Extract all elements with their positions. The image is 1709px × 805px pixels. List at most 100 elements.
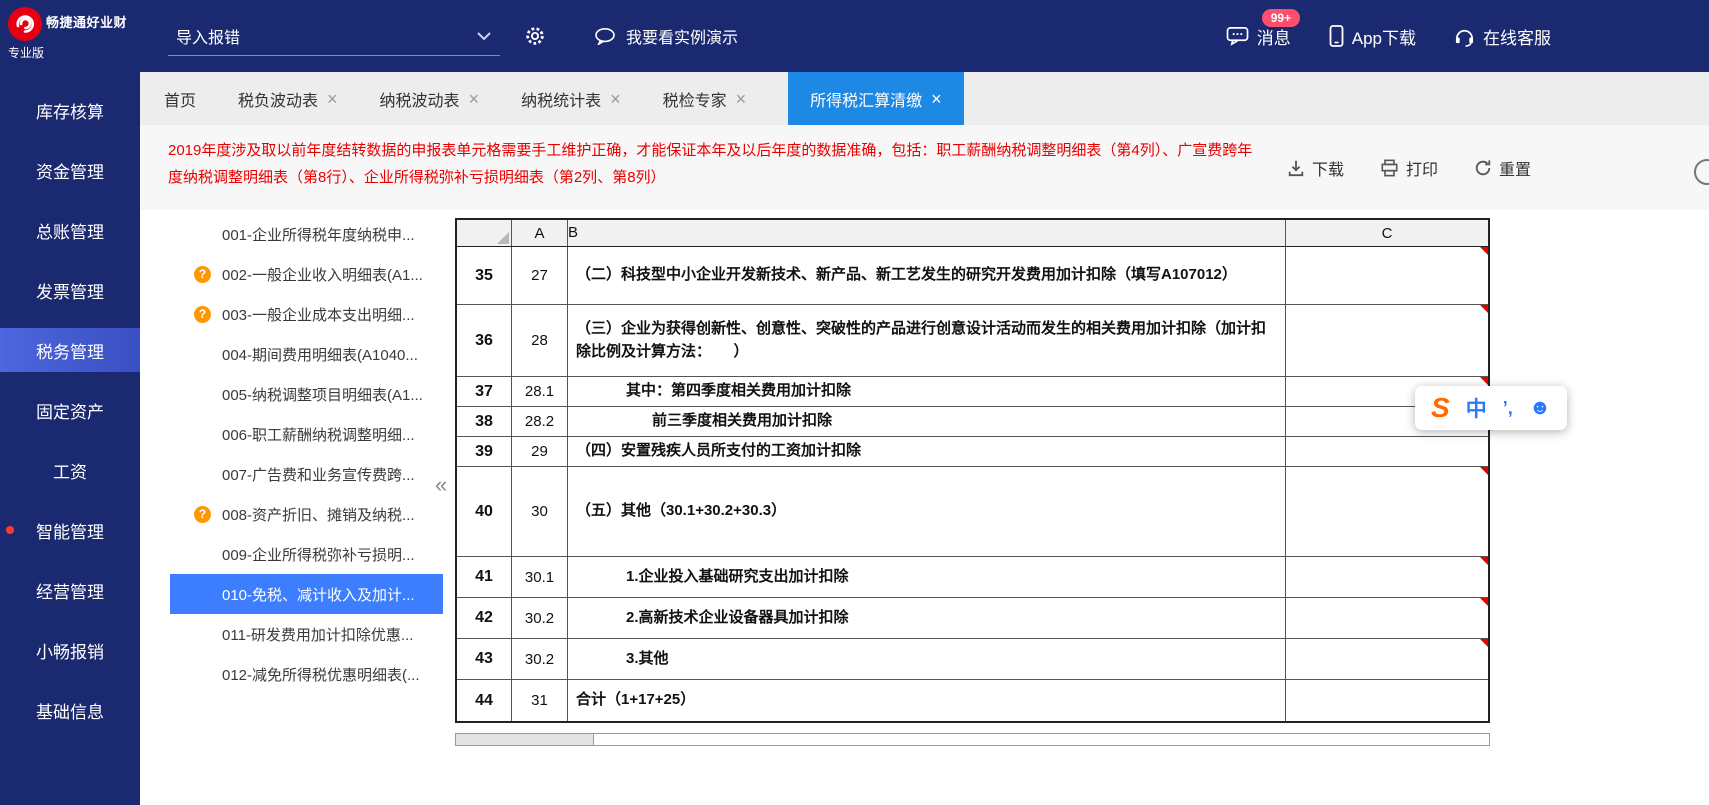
tab-4[interactable]: 纳税统计表 × [521, 72, 621, 125]
sheet-toolbar: 下载 打印 重置 [1287, 125, 1531, 210]
cell-b[interactable]: （五）其他（30.1+30.2+30.3） [568, 467, 1286, 556]
cell-a[interactable]: 27 [512, 247, 568, 304]
cell-c[interactable] [1286, 247, 1488, 304]
cell-a[interactable]: 31 [512, 680, 568, 721]
sheet-row-42: 42 30.2 2.高新技术企业设备器具加计扣除 [457, 598, 1488, 639]
cell-a[interactable]: 28 [512, 305, 568, 376]
cell-a[interactable]: 30.1 [512, 557, 568, 597]
report-list-item-7[interactable]: 007-广告费和业务宣传费跨... [170, 454, 443, 494]
sidebar-item-4[interactable]: 发票管理 [0, 260, 140, 320]
partial-icon[interactable] [1694, 159, 1709, 185]
collapse-panel-handle[interactable]: « [435, 472, 447, 498]
cell-a[interactable]: 30.2 [512, 639, 568, 679]
row-number-cell[interactable]: 37 [457, 377, 512, 406]
cell-b[interactable]: 前三季度相关费用加计扣除 [568, 407, 1286, 436]
report-list-item-2[interactable]: ? 002-一般企业收入明细表(A1... [170, 254, 443, 294]
column-header-A[interactable]: A [512, 220, 568, 246]
red-flag-icon [1480, 467, 1488, 475]
report-list-item-3[interactable]: ? 003-一般企业成本支出明细... [170, 294, 443, 334]
ime-mode-chinese[interactable]: 中 [1466, 393, 1487, 423]
ime-punctuation-icon[interactable]: ’, [1503, 398, 1513, 419]
cell-c[interactable] [1286, 305, 1488, 376]
sidebar-item-10[interactable]: 小畅报销 [0, 620, 140, 680]
import-error-dropdown[interactable]: 导入报错 [168, 17, 500, 56]
cell-c[interactable] [1286, 437, 1488, 466]
cell-a[interactable]: 30 [512, 467, 568, 556]
row-number-cell[interactable]: 40 [457, 467, 512, 556]
cell-b[interactable]: 2.高新技术企业设备器具加计扣除 [568, 598, 1286, 638]
cell-b[interactable]: 其中：第四季度相关费用加计扣除 [568, 377, 1286, 406]
scrollbar-thumb[interactable] [456, 734, 594, 745]
close-icon[interactable]: × [736, 90, 747, 108]
cell-a[interactable]: 30.2 [512, 598, 568, 638]
report-list-item-5[interactable]: 005-纳税调整项目明细表(A1... [170, 374, 443, 414]
close-icon[interactable]: × [931, 90, 942, 108]
sidebar-item-5[interactable]: 税务管理 [0, 320, 140, 380]
row-number-cell[interactable]: 42 [457, 598, 512, 638]
help-icon[interactable]: ? [194, 305, 211, 323]
cell-c[interactable] [1286, 467, 1488, 556]
tab-3[interactable]: 纳税波动表 × [380, 72, 480, 125]
ime-emoji-icon[interactable]: ☻ [1529, 396, 1551, 420]
print-button[interactable]: 打印 [1380, 156, 1438, 180]
sidebar-item-8[interactable]: 智能管理 [0, 500, 140, 560]
sidebar-item-9[interactable]: 经营管理 [0, 560, 140, 620]
help-icon[interactable]: ? [194, 265, 211, 283]
report-list-item-10[interactable]: 010-免税、减计收入及加计... [170, 574, 443, 614]
tab-5[interactable]: 税检专家 × [663, 72, 747, 125]
cell-c[interactable] [1286, 680, 1488, 721]
ime-logo-icon[interactable]: S [1431, 392, 1450, 424]
row-number-cell[interactable]: 43 [457, 639, 512, 679]
sidebar-item-7[interactable]: 工资 [0, 440, 140, 500]
close-icon[interactable]: × [610, 90, 621, 108]
cell-b[interactable]: 1.企业投入基础研究支出加计扣除 [568, 557, 1286, 597]
sidebar-item-1[interactable]: 库存核算 [0, 80, 140, 140]
app-download-button[interactable]: App下载 [1329, 24, 1416, 49]
close-icon[interactable]: × [327, 90, 338, 108]
reset-button[interactable]: 重置 [1474, 156, 1531, 180]
cell-b[interactable]: 合计（1+17+25） [568, 680, 1286, 721]
cell-b[interactable]: （二）科技型中小企业开发新技术、新产品、新工艺发生的研究开发费用加计扣除（填写A… [568, 247, 1286, 304]
report-list-item-12[interactable]: 012-减免所得税优惠明细表(... [170, 654, 443, 694]
tab-2[interactable]: 税负波动表 × [238, 72, 338, 125]
sidebar-item-2[interactable]: 资金管理 [0, 140, 140, 200]
report-list-item-9[interactable]: 009-企业所得税弥补亏损明... [170, 534, 443, 574]
cell-a[interactable]: 29 [512, 437, 568, 466]
demo-link[interactable]: 我要看实例演示 [594, 24, 738, 48]
report-list-item-6[interactable]: 006-职工薪酬纳税调整明细... [170, 414, 443, 454]
gear-icon[interactable] [524, 25, 546, 47]
report-list-item-8[interactable]: ? 008-资产折旧、摊销及纳税... [170, 494, 443, 534]
report-list-item-1[interactable]: 001-企业所得税年度纳税申... [170, 214, 443, 254]
cell-b[interactable]: （四）安置残疾人员所支付的工资加计扣除 [568, 437, 1286, 466]
help-icon[interactable]: ? [194, 505, 211, 523]
cell-c[interactable] [1286, 557, 1488, 597]
column-header-B[interactable]: B [568, 220, 1286, 246]
close-icon[interactable]: × [469, 90, 480, 108]
report-list-item-11[interactable]: 011-研发费用加计扣除优惠... [170, 614, 443, 654]
report-list-item-4[interactable]: 004-期间费用明细表(A1040... [170, 334, 443, 374]
tab-6[interactable]: 所得税汇算清缴 × [788, 72, 964, 125]
sidebar-item-11[interactable]: 基础信息 [0, 680, 140, 740]
cell-a[interactable]: 28.2 [512, 407, 568, 436]
cell-c[interactable] [1286, 639, 1488, 679]
row-number-cell[interactable]: 36 [457, 305, 512, 376]
cell-a[interactable]: 28.1 [512, 377, 568, 406]
row-number-cell[interactable]: 35 [457, 247, 512, 304]
messages-button[interactable]: 消息 99+ [1226, 8, 1301, 49]
sidebar-item-6[interactable]: 固定资产 [0, 380, 140, 440]
cell-b[interactable]: （三）企业为获得创新性、创意性、突破性的产品进行创意设计活动而发生的相关费用加计… [568, 305, 1286, 376]
cell-b[interactable]: 3.其他 [568, 639, 1286, 679]
sidebar-item-3[interactable]: 总账管理 [0, 200, 140, 260]
support-button[interactable]: 在线客服 [1454, 24, 1551, 49]
row-number-cell[interactable]: 39 [457, 437, 512, 466]
cell-c[interactable] [1286, 598, 1488, 638]
sheet-corner-cell[interactable] [457, 220, 512, 246]
row-number-cell[interactable]: 44 [457, 680, 512, 721]
row-number-cell[interactable]: 38 [457, 407, 512, 436]
column-header-C[interactable]: C [1286, 220, 1488, 246]
ime-toolbar[interactable]: S 中 ’, ☻ [1415, 386, 1567, 430]
row-number-cell[interactable]: 41 [457, 557, 512, 597]
tab-1[interactable]: 首页 [164, 72, 196, 125]
download-button[interactable]: 下载 [1287, 156, 1344, 180]
horizontal-scrollbar[interactable] [455, 733, 1490, 746]
